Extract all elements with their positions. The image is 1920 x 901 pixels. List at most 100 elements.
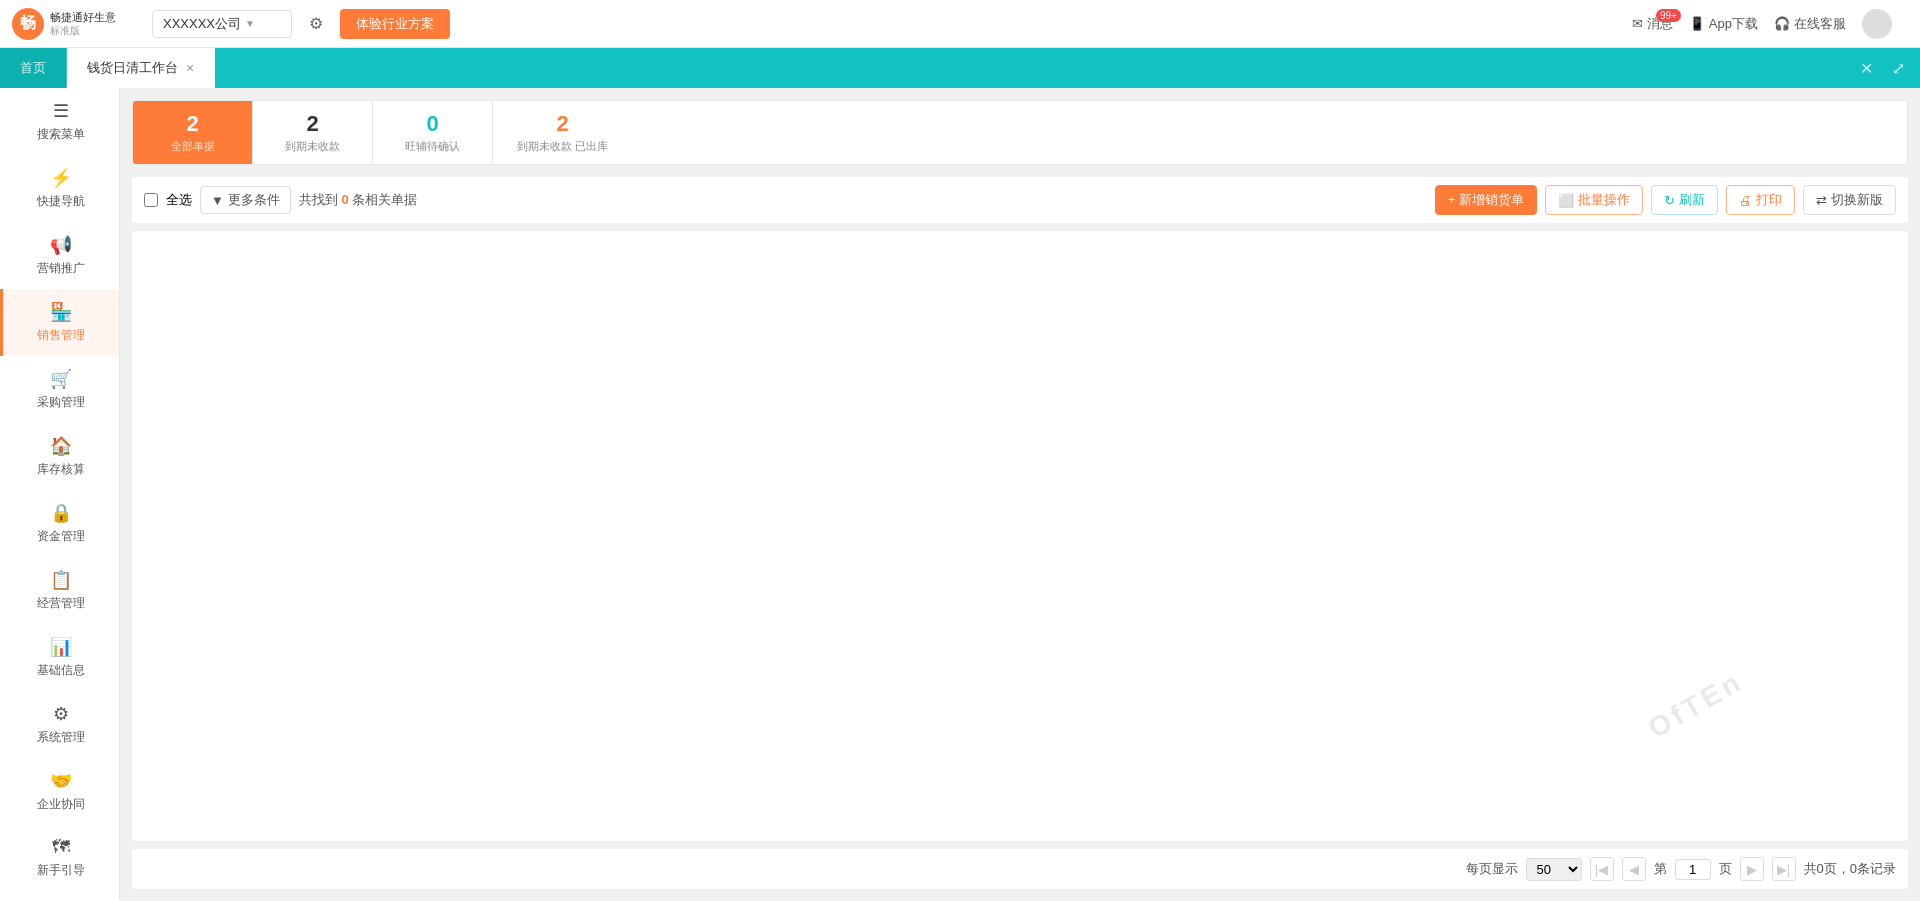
sidebar-item-enterprise[interactable]: 🤝 企业协同	[0, 758, 119, 825]
tab-workbench[interactable]: 钱货日清工作台 ×	[67, 48, 215, 88]
toolbar-left: 全选 ▼ 更多条件 共找到 0 条相关单据	[144, 186, 1427, 214]
logo-text: 畅捷通好生意 标准版	[50, 10, 116, 37]
sidebar-item-operations[interactable]: 📋 经营管理	[0, 557, 119, 624]
logo-area: 畅 畅捷通好生意 标准版	[12, 8, 132, 40]
sidebar-item-label: 营销推广	[37, 260, 85, 277]
sidebar-item-label: 新手引导	[37, 862, 85, 879]
stats-tab-all[interactable]: 2 全部单据	[133, 101, 253, 164]
inventory-icon: 🏠	[50, 435, 72, 457]
maximize-btn[interactable]: ⤢	[1884, 54, 1912, 82]
sales-icon: 🏪	[50, 301, 72, 323]
top-header: 畅 畅捷通好生意 标准版 XXXXXX公司 ▼ ⚙ 体验行业方案 ✉ 消息 99…	[0, 0, 1920, 48]
chevron-down-icon: ▼	[245, 18, 255, 29]
more-filter-btn[interactable]: ▼ 更多条件	[200, 186, 291, 214]
sidebar-item-app-center[interactable]: 📦 应用中心	[0, 891, 119, 901]
sidebar-item-system[interactable]: ⚙ 系统管理	[0, 691, 119, 758]
filter-icon: ▼	[211, 193, 224, 208]
settings-icon[interactable]: ⚙	[300, 8, 332, 40]
batch-icon: ⬜	[1558, 193, 1574, 208]
message-icon: ✉	[1632, 16, 1643, 31]
stats-tab-unshipped[interactable]: 2 到期未收款 已出库	[493, 101, 632, 164]
sidebar-item-guide[interactable]: 🗺 新手引导	[0, 825, 119, 891]
message-badge: 99+	[1656, 9, 1681, 22]
close-window-btn[interactable]: ✕	[1852, 54, 1880, 82]
header-right: ✉ 消息 99+ 📱 App下载 🎧 在线客服	[1632, 9, 1908, 39]
switch-version-btn[interactable]: ⇄ 切换新版	[1803, 185, 1896, 215]
switch-icon: ⇄	[1816, 193, 1827, 208]
stats-tab-overdue[interactable]: 2 到期未收款	[253, 101, 373, 164]
workbench-tab-label: 钱货日清工作台	[87, 59, 178, 77]
marketing-icon: 📢	[50, 234, 72, 256]
base-info-icon: 📊	[50, 636, 72, 658]
close-tab-icon[interactable]: ×	[186, 60, 194, 76]
page-suffix: 页	[1719, 860, 1732, 878]
search-menu-icon: ☰	[53, 100, 69, 122]
sidebar-item-quick-nav[interactable]: ⚡ 快捷导航	[0, 155, 119, 222]
operations-icon: 📋	[50, 569, 72, 591]
quick-nav-icon: ⚡	[50, 167, 72, 189]
prev-page-btn[interactable]: ◀	[1622, 857, 1646, 881]
filter-btn-label: 更多条件	[228, 191, 280, 209]
sidebar-item-search-menu[interactable]: ☰ 搜索菜单	[0, 88, 119, 155]
add-sales-order-btn[interactable]: + 新增销货单	[1435, 185, 1537, 215]
logo-icon: 畅	[12, 8, 44, 40]
online-service-btn[interactable]: 🎧 在线客服	[1774, 15, 1846, 33]
print-btn[interactable]: 🖨 打印	[1726, 185, 1795, 215]
last-page-btn[interactable]: ▶|	[1772, 857, 1796, 881]
toolbar-right: + 新增销货单 ⬜ 批量操作 ↻ 刷新 🖨 打印 ⇄ 切换新版	[1435, 185, 1896, 215]
table-area: OfTEn	[132, 231, 1908, 841]
page-input[interactable]	[1675, 859, 1711, 880]
page-label: 第	[1654, 860, 1667, 878]
per-page-select[interactable]: 50 10 20 100	[1526, 858, 1582, 881]
total-records-label: 共0页，0条记录	[1804, 860, 1896, 878]
refresh-btn[interactable]: ↻ 刷新	[1651, 185, 1718, 215]
sidebar-item-label: 销售管理	[37, 327, 85, 344]
first-page-btn[interactable]: |◀	[1590, 857, 1614, 881]
stats-tab-wangdian[interactable]: 0 旺辅待确认	[373, 101, 493, 164]
messages-btn[interactable]: ✉ 消息 99+	[1632, 15, 1673, 33]
sidebar-item-marketing[interactable]: 📢 营销推广	[0, 222, 119, 289]
pagination-bar: 每页显示 50 10 20 100 |◀ ◀ 第 页 ▶ ▶| 共0页，0条记录	[132, 849, 1908, 889]
sidebar-item-sales[interactable]: 🏪 销售管理	[0, 289, 119, 356]
finance-icon: 🔒	[50, 502, 72, 524]
sidebar-item-purchase[interactable]: 🛒 采购管理	[0, 356, 119, 423]
select-all-label: 全选	[166, 191, 192, 209]
nav-tabs: 首页 钱货日清工作台 × ✕ ⤢	[0, 48, 1920, 88]
sidebar-item-label: 系统管理	[37, 729, 85, 746]
sidebar-item-label: 搜索菜单	[37, 126, 85, 143]
select-all-checkbox[interactable]	[144, 193, 158, 207]
toolbar: 全选 ▼ 更多条件 共找到 0 条相关单据 + 新增销货单 ⬜ 批量操作 ↻ 刷…	[132, 177, 1908, 223]
purchase-icon: 🛒	[50, 368, 72, 390]
sidebar-item-finance[interactable]: 🔒 资金管理	[0, 490, 119, 557]
found-count: 0	[342, 192, 349, 207]
watermark: OfTEn	[1643, 665, 1749, 745]
sidebar-item-label: 库存核算	[37, 461, 85, 478]
app-download-btn[interactable]: 📱 App下载	[1689, 15, 1758, 33]
stats-label-unshipped: 到期未收款 已出库	[517, 139, 608, 154]
sidebar-item-label: 企业协同	[37, 796, 85, 813]
nav-tab-actions: ✕ ⤢	[1852, 48, 1920, 88]
sidebar-item-label: 资金管理	[37, 528, 85, 545]
guide-icon: 🗺	[52, 837, 70, 858]
experience-btn[interactable]: 体验行业方案	[340, 9, 450, 39]
main-layout: ☰ 搜索菜单 ⚡ 快捷导航 📢 营销推广 🏪 销售管理 🛒 采购管理 🏠 库存核…	[0, 88, 1920, 901]
system-icon: ⚙	[53, 703, 69, 725]
stats-count-overdue: 2	[277, 111, 348, 137]
content-area: 2 全部单据 2 到期未收款 0 旺辅待确认 2 到期未收款 已出库 全选	[120, 88, 1920, 901]
stats-label-wangdian: 旺辅待确认	[397, 139, 468, 154]
sidebar-item-base-info[interactable]: 📊 基础信息	[0, 624, 119, 691]
sidebar: ☰ 搜索菜单 ⚡ 快捷导航 📢 营销推广 🏪 销售管理 🛒 采购管理 🏠 库存核…	[0, 88, 120, 901]
per-page-label: 每页显示	[1466, 860, 1518, 878]
sidebar-item-label: 经营管理	[37, 595, 85, 612]
tab-home[interactable]: 首页	[0, 48, 67, 88]
company-selector[interactable]: XXXXXX公司 ▼	[152, 10, 292, 38]
stats-tabs: 2 全部单据 2 到期未收款 0 旺辅待确认 2 到期未收款 已出库	[132, 100, 1908, 165]
next-page-btn[interactable]: ▶	[1740, 857, 1764, 881]
avatar[interactable]	[1862, 9, 1892, 39]
sidebar-item-label: 基础信息	[37, 662, 85, 679]
batch-operation-btn[interactable]: ⬜ 批量操作	[1545, 185, 1643, 215]
found-text: 共找到 0 条相关单据	[299, 191, 417, 209]
refresh-icon: ↻	[1664, 193, 1675, 208]
sidebar-item-inventory[interactable]: 🏠 库存核算	[0, 423, 119, 490]
stats-count-unshipped: 2	[517, 111, 608, 137]
